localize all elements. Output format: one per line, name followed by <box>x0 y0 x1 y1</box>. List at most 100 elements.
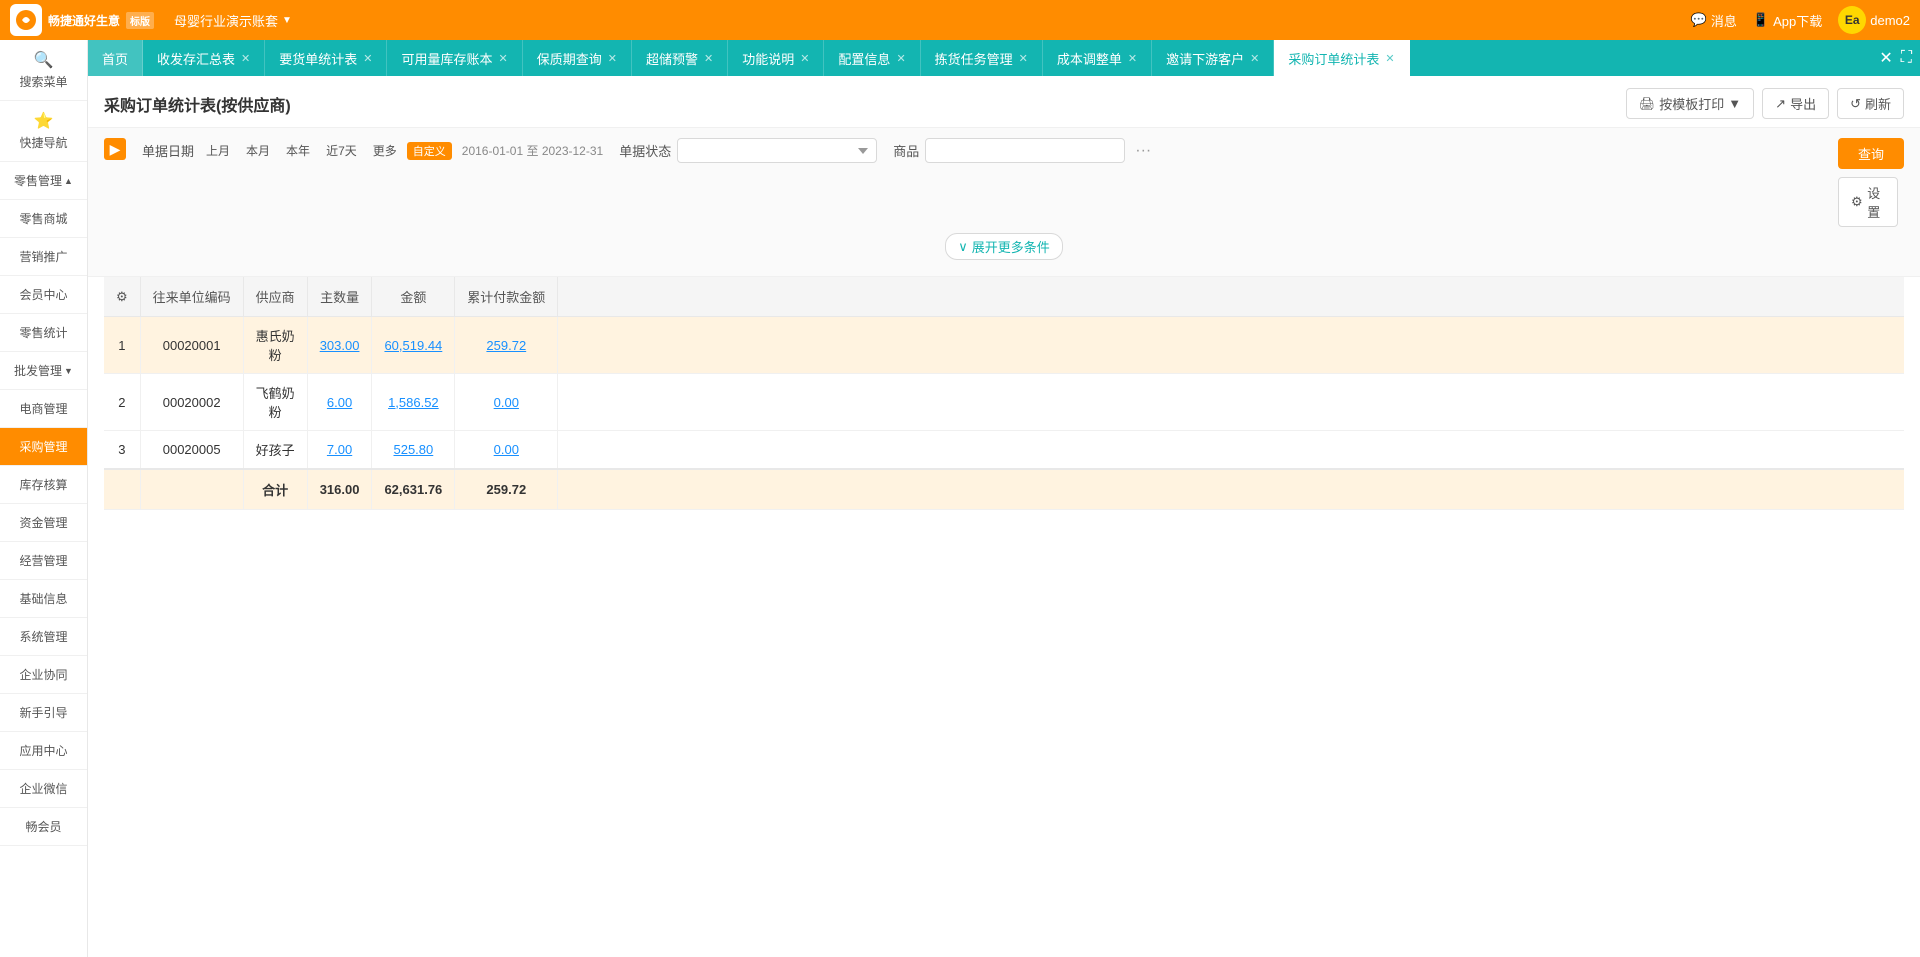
search-button[interactable]: 查询 <box>1838 138 1904 169</box>
goods-filter-input[interactable] <box>925 138 1125 163</box>
tab-controls: ✕ ⛶ <box>1871 48 1920 68</box>
sidebar-label-guide: 新手引导 <box>19 704 67 721</box>
sidebar-label-search: 搜索菜单 <box>19 73 67 90</box>
sidebar-item-search[interactable]: 🔍 搜索菜单 <box>0 40 87 101</box>
sidebar-item-retail-shop[interactable]: 零售商城 <box>0 200 87 238</box>
sidebar-item-member[interactable]: 会员中心 <box>0 276 87 314</box>
tab-purchase-stats-close-icon[interactable]: ✕ <box>1385 52 1394 65</box>
template-print-button[interactable]: 🖨 按模板打印 ▼ <box>1626 88 1754 119</box>
total-empty <box>104 469 140 510</box>
shortcut-last-month[interactable]: 上月 <box>200 140 236 161</box>
tab-requisition-close-icon[interactable]: ✕ <box>363 52 372 65</box>
tab-cost-adjust[interactable]: 成本调整单 ✕ <box>1043 40 1152 76</box>
tab-warranty-query[interactable]: 保质期查询 ✕ <box>523 40 632 76</box>
sidebar-item-system[interactable]: 系统管理 <box>0 618 87 656</box>
expand-more-button[interactable]: ∨ 展开更多条件 <box>945 233 1063 260</box>
tab-available-close-icon[interactable]: ✕ <box>499 52 508 65</box>
shortcut-more[interactable]: 更多 <box>367 140 403 161</box>
logo: 畅捷通好生意 标版 <box>10 4 154 36</box>
tab-pick-task[interactable]: 拣货任务管理 ✕ <box>921 40 1043 76</box>
sidebar-label-inventory: 库存核算 <box>19 476 67 493</box>
sidebar-item-operations[interactable]: 经营管理 <box>0 542 87 580</box>
data-table: ⚙ 往来单位编码 供应商 主数量 金额 累计付款金额 1 <box>104 277 1904 510</box>
tab-cost-adjust-label: 成本调整单 <box>1057 49 1122 68</box>
shortcut-this-year[interactable]: 本年 <box>280 140 316 161</box>
custom-date-badge[interactable]: 自定义 <box>407 142 452 160</box>
tab-pick-task-label: 拣货任务管理 <box>935 49 1013 68</box>
wholesale-expand-icon: ▼ <box>64 366 73 376</box>
col-code: 往来单位编码 <box>140 277 243 317</box>
sidebar-item-retail[interactable]: 零售管理 ▲ <box>0 162 87 200</box>
col-settings: ⚙ <box>104 277 140 317</box>
shortcut-7days[interactable]: 近7天 <box>320 140 363 161</box>
sidebar-item-app-center[interactable]: 应用中心 <box>0 732 87 770</box>
tab-config-info-label: 配置信息 <box>838 49 890 68</box>
tab-fullscreen-icon[interactable]: ⛶ <box>1901 49 1912 67</box>
sidebar-item-enterprise-wechat[interactable]: 企业微信 <box>0 770 87 808</box>
message-btn[interactable]: 💬 消息 <box>1691 11 1737 30</box>
sidebar-item-wholesale[interactable]: 批发管理 ▼ <box>0 352 87 390</box>
table-row: 2 00020002 飞鹤奶粉 6.00 1,586.52 0.00 <box>104 374 1904 431</box>
col-paid: 累计付款金额 <box>455 277 558 317</box>
tab-overstock-label: 超储预警 <box>646 49 698 68</box>
tab-invite-downstream[interactable]: 邀请下游客户 ✕ <box>1152 40 1274 76</box>
tab-invite-close-icon[interactable]: ✕ <box>1250 52 1259 65</box>
sidebar-item-retail-stats[interactable]: 零售统计 <box>0 314 87 352</box>
tab-home[interactable]: 首页 <box>88 40 143 76</box>
tab-requisition-stats[interactable]: 要货单统计表 ✕ <box>265 40 387 76</box>
sidebar-item-quick-nav[interactable]: ⭐ 快捷导航 <box>0 101 87 162</box>
sidebar-label-app-center: 应用中心 <box>19 742 67 759</box>
filter-date-item: 单据日期 上月 本月 本年 近7天 更多 自定义 2016-01-01 至 20… <box>142 140 603 161</box>
sidebar-label-enterprise-wechat: 企业微信 <box>19 780 67 797</box>
tab-home-label: 首页 <box>102 49 128 68</box>
table-row: 1 00020001 惠氏奶粉 303.00 60,519.44 259.72 <box>104 317 1904 374</box>
tab-cost-close-icon[interactable]: ✕ <box>1128 52 1137 65</box>
table-header: ⚙ 往来单位编码 供应商 主数量 金额 累计付款金额 <box>104 277 1904 317</box>
sidebar-item-enterprise[interactable]: 企业协同 <box>0 656 87 694</box>
app-label: 标版 <box>126 12 154 29</box>
sidebar-item-finance[interactable]: 资金管理 <box>0 504 87 542</box>
cell-code-1: 00020001 <box>140 317 243 374</box>
col-quantity: 主数量 <box>307 277 372 317</box>
tab-overstock-warning[interactable]: 超储预警 ✕ <box>632 40 728 76</box>
cell-supplier-2: 飞鹤奶粉 <box>243 374 307 431</box>
app-download-btn[interactable]: 📱 App下载 <box>1753 11 1822 30</box>
tab-function-close-icon[interactable]: ✕ <box>800 52 809 65</box>
tab-close-all-icon[interactable]: ✕ <box>1879 48 1892 68</box>
tab-receive-summary-close-icon[interactable]: ✕ <box>241 52 250 65</box>
tab-available-inventory[interactable]: 可用量库存账本 ✕ <box>387 40 522 76</box>
settings-button[interactable]: ⚙ 设置 <box>1838 177 1898 227</box>
tab-overstock-close-icon[interactable]: ✕ <box>704 52 713 65</box>
shortcut-this-month[interactable]: 本月 <box>240 140 276 161</box>
sidebar-label-retail-shop: 零售商城 <box>19 210 67 227</box>
tab-config-close-icon[interactable]: ✕ <box>896 52 905 65</box>
tab-function-desc[interactable]: 功能说明 ✕ <box>728 40 824 76</box>
workspace-selector[interactable]: 母婴行业演示账套 ▼ <box>174 11 292 30</box>
refresh-button[interactable]: ↺ 刷新 <box>1837 88 1904 119</box>
tab-purchase-order-stats[interactable]: 采购订单统计表 ✕ <box>1274 40 1409 76</box>
tab-warranty-close-icon[interactable]: ✕ <box>608 52 617 65</box>
workspace-name: 母婴行业演示账套 <box>174 11 278 30</box>
sidebar-item-member2[interactable]: 畅会员 <box>0 808 87 846</box>
download-icon: 📱 <box>1753 12 1769 28</box>
table-footer: 合计 316.00 62,631.76 259.72 <box>104 469 1904 510</box>
logo-icon <box>10 4 42 36</box>
filter-toggle-button[interactable]: ▶ <box>104 138 126 160</box>
sidebar-item-marketing[interactable]: 营销推广 <box>0 238 87 276</box>
sidebar-item-inventory[interactable]: 库存核算 <box>0 466 87 504</box>
sidebar-label-marketing: 营销推广 <box>19 248 67 265</box>
sidebar-item-purchase[interactable]: 采购管理 <box>0 428 87 466</box>
user-area[interactable]: Ea demo2 <box>1838 6 1910 34</box>
sidebar-item-guide[interactable]: 新手引导 <box>0 694 87 732</box>
expand-more-row: ∨ 展开更多条件 <box>104 227 1904 266</box>
status-filter-select[interactable] <box>677 138 877 163</box>
cell-paid-3: 0.00 <box>455 431 558 470</box>
export-button[interactable]: ↗ 导出 <box>1762 88 1829 119</box>
sidebar-item-ecommerce[interactable]: 电商管理 <box>0 390 87 428</box>
tab-pick-close-icon[interactable]: ✕ <box>1019 52 1028 65</box>
goods-filter-more-icon[interactable]: ··· <box>1131 142 1155 160</box>
tab-config-info[interactable]: 配置信息 ✕ <box>824 40 920 76</box>
sidebar-item-basic[interactable]: 基础信息 <box>0 580 87 618</box>
cell-amount-3: 525.80 <box>372 431 455 470</box>
tab-receive-summary[interactable]: 收发存汇总表 ✕ <box>143 40 265 76</box>
